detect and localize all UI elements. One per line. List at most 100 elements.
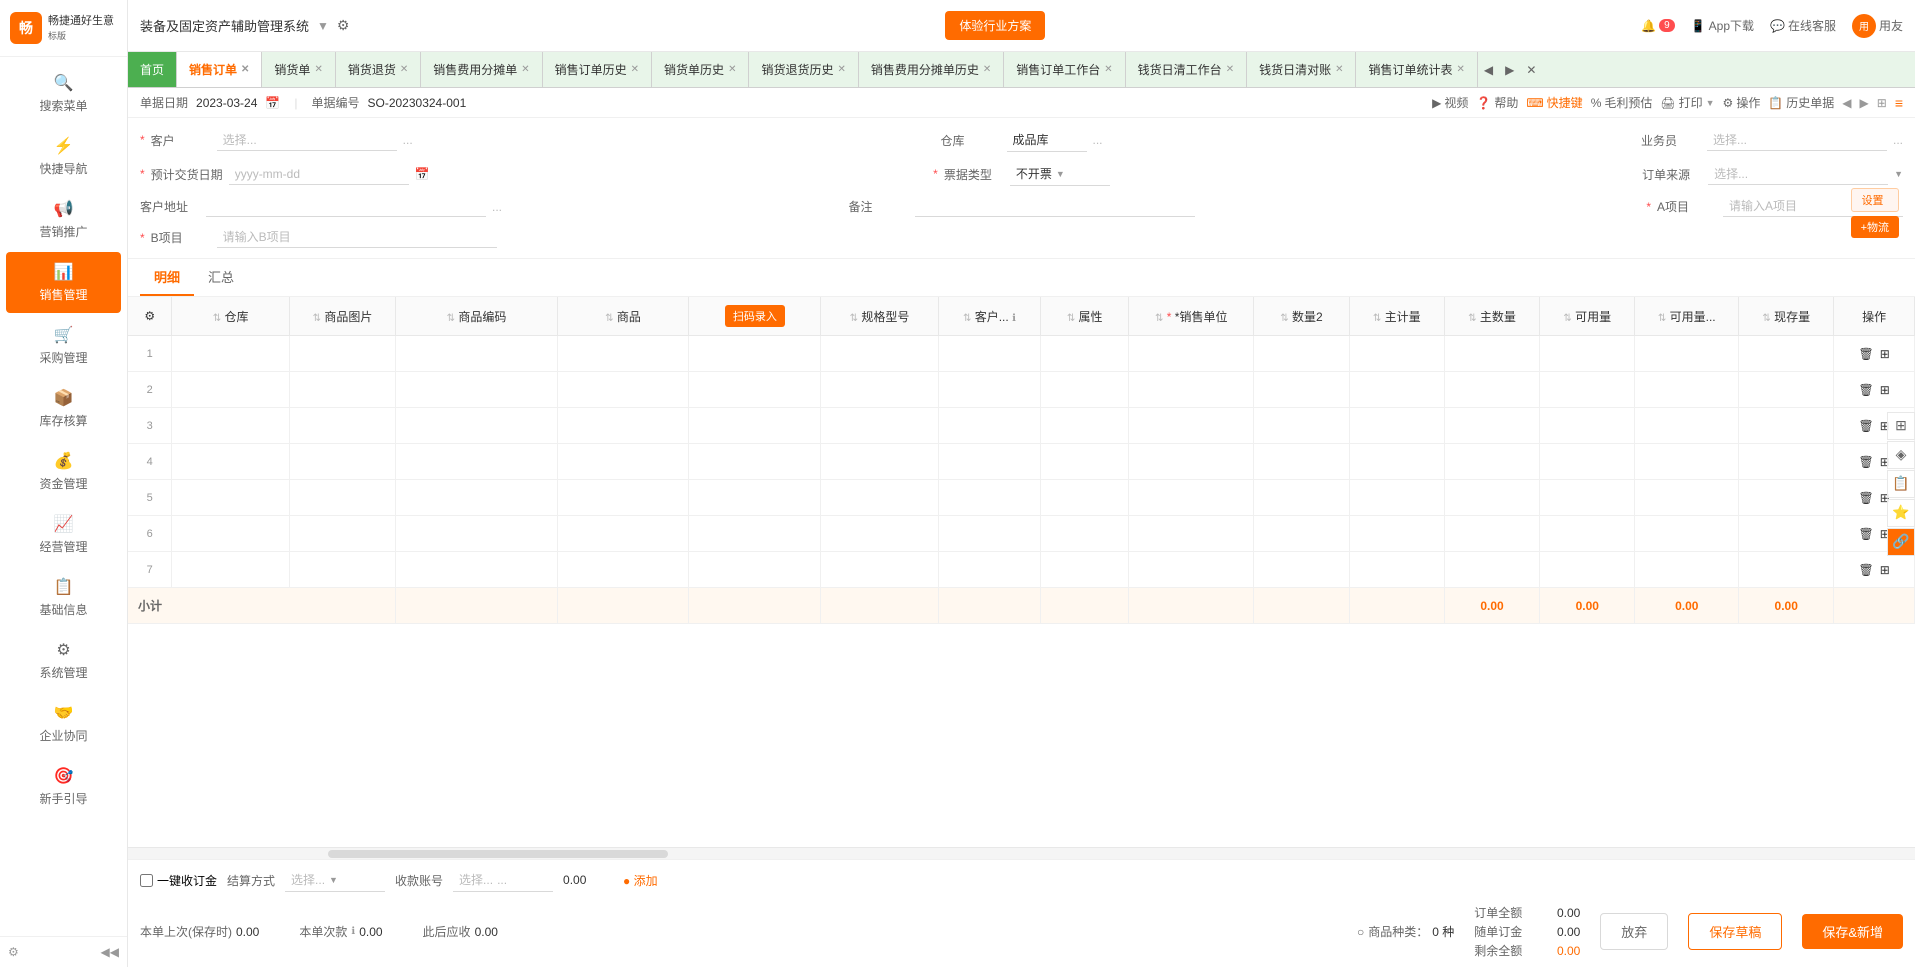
collapse-icon[interactable]: ◀◀ (101, 945, 119, 959)
row-5-main-qty[interactable] (1444, 480, 1539, 516)
sidebar-item-purchase[interactable]: 🛒 采购管理 (6, 315, 121, 376)
row-3-attr[interactable] (1041, 408, 1129, 444)
row-4-avail2[interactable] (1635, 444, 1739, 480)
delivery-calendar-icon[interactable]: 📅 (415, 167, 430, 181)
row-7-img[interactable] (289, 552, 396, 588)
row-5-avail2[interactable] (1635, 480, 1739, 516)
row-1-sku[interactable] (396, 336, 557, 372)
row-7-avail2[interactable] (1635, 552, 1739, 588)
row-2-product[interactable] (557, 372, 689, 408)
sort-icon[interactable]: ⇅ (1373, 313, 1381, 324)
sort-icon[interactable]: ⇅ (605, 313, 613, 324)
solution-button[interactable]: 体验行业方案 (945, 11, 1045, 40)
sidebar-item-sales[interactable]: 📊 销售管理 (6, 252, 121, 313)
row-4-product[interactable] (557, 444, 689, 480)
customer-input[interactable] (217, 130, 397, 151)
row-3-unit[interactable] (1129, 408, 1254, 444)
tab-order-history[interactable]: 销售订单历史 ✕ (543, 52, 652, 88)
address-input[interactable] (206, 196, 486, 217)
row-5-qty2[interactable] (1254, 480, 1349, 516)
shortcut-btn[interactable]: ⌨ 快捷键 (1526, 94, 1582, 111)
row-1-main-unit[interactable] (1349, 336, 1444, 372)
row-6-warehouse[interactable] (172, 516, 289, 552)
row-4-img[interactable] (289, 444, 396, 480)
tab-close-icon-4[interactable]: ✕ (521, 64, 529, 75)
customer-dots[interactable]: ... (403, 133, 413, 147)
tab-sales-return[interactable]: 销货退货 ✕ (336, 52, 421, 88)
tab-expense-history[interactable]: 销售费用分摊单历史 ✕ (859, 52, 1004, 88)
row-7-customer-code[interactable] (938, 552, 1041, 588)
sidebar-item-quicknav[interactable]: ⚡ 快捷导航 (6, 126, 121, 187)
b-project-input[interactable] (217, 227, 497, 248)
row-5-product[interactable] (557, 480, 689, 516)
sidebar-item-newbie[interactable]: 🎯 新手引导 (6, 756, 121, 817)
row-5-sku[interactable] (396, 480, 557, 516)
delete-icon[interactable]: 🗑 (1859, 383, 1874, 397)
row-1-attr[interactable] (1041, 336, 1129, 372)
discard-button[interactable]: 放弃 (1600, 913, 1668, 950)
row-3-img[interactable] (289, 408, 396, 444)
sidebar-item-inventory[interactable]: 📦 库存核算 (6, 378, 121, 439)
row-3-qty2[interactable] (1254, 408, 1349, 444)
row-6-qty2[interactable] (1254, 516, 1349, 552)
row-4-customer-code[interactable] (938, 444, 1041, 480)
row-4-avail[interactable] (1540, 444, 1635, 480)
delete-icon[interactable]: 🗑 (1859, 491, 1874, 505)
row-1-warehouse[interactable] (172, 336, 289, 372)
tab-home[interactable]: 首页 (128, 52, 177, 88)
sort-icon[interactable]: ⇅ (447, 313, 455, 324)
delete-icon[interactable]: 🗑 (1859, 455, 1874, 469)
row-7-attr[interactable] (1041, 552, 1129, 588)
row-3-stock[interactable] (1739, 408, 1834, 444)
row-2-main-qty[interactable] (1444, 372, 1539, 408)
row-3-main-qty[interactable] (1444, 408, 1539, 444)
column-settings-icon[interactable]: ⚙ (144, 309, 155, 323)
right-btn-4[interactable]: ⭐ (1887, 499, 1915, 527)
row-2-spec[interactable] (821, 372, 938, 408)
row-1-main-qty[interactable] (1444, 336, 1539, 372)
row-3-spec[interactable] (821, 408, 938, 444)
print-btn[interactable]: 🖨 打印 ▼ (1660, 94, 1714, 111)
row-7-spec[interactable] (821, 552, 938, 588)
sort-icon[interactable]: ⇅ (213, 313, 221, 324)
sidebar-item-management[interactable]: 📈 经营管理 (6, 504, 121, 565)
row-7-unit[interactable] (1129, 552, 1254, 588)
row-5-main-unit[interactable] (1349, 480, 1444, 516)
address-dots[interactable]: ... (492, 200, 502, 214)
product-kinds-icon[interactable]: ○ (1357, 925, 1364, 939)
tab-close-icon[interactable]: ✕ (241, 64, 249, 75)
row-3-product[interactable] (557, 408, 689, 444)
row-7-main-unit[interactable] (1349, 552, 1444, 588)
scroll-bar-thumb[interactable] (328, 850, 668, 858)
tab-expense-split[interactable]: 销售费用分摊单 ✕ (421, 52, 542, 88)
right-btn-3[interactable]: 📋 (1887, 470, 1915, 498)
delete-icon[interactable]: 🗑 (1859, 347, 1874, 361)
salesperson-input[interactable] (1707, 130, 1887, 151)
quick-deposit-checkbox[interactable] (140, 874, 153, 887)
row-1-qty2[interactable] (1254, 336, 1349, 372)
tab-daily-workbench[interactable]: 钱货日清工作台 ✕ (1126, 52, 1247, 88)
sort-icon[interactable]: ⇅ (313, 313, 321, 324)
right-btn-1[interactable]: ⊞ (1887, 412, 1915, 440)
th-setting[interactable]: ⚙ (128, 297, 172, 336)
row-4-qty2[interactable] (1254, 444, 1349, 480)
sidebar-item-marketing[interactable]: 📢 营销推广 (6, 189, 121, 250)
scroll-bar-area[interactable] (128, 847, 1915, 859)
tab-close-icon-3[interactable]: ✕ (400, 64, 408, 75)
tab-close-icon-9[interactable]: ✕ (1104, 64, 1112, 75)
user-item[interactable]: 用 用友 (1852, 14, 1903, 38)
row-5-stock[interactable] (1739, 480, 1834, 516)
sort-icon[interactable]: ⇅ (1762, 313, 1770, 324)
nav-prev-icon[interactable]: ◀ (1842, 96, 1851, 110)
app-download-item[interactable]: 📱 App下载 (1691, 17, 1754, 34)
sort-icon[interactable]: ⇅ (850, 313, 858, 324)
sidebar-item-search[interactable]: 🔍 搜索菜单 (6, 63, 121, 124)
row-4-stock[interactable] (1739, 444, 1834, 480)
settings-icon[interactable]: ⚙ (8, 945, 19, 959)
row-6-customer-code[interactable] (938, 516, 1041, 552)
row-6-attr[interactable] (1041, 516, 1129, 552)
row-6-avail[interactable] (1540, 516, 1635, 552)
row-7-sku[interactable] (396, 552, 557, 588)
tab-invoice-history[interactable]: 销货单历史 ✕ (652, 52, 749, 88)
tab-next-button[interactable]: ▶ (1499, 63, 1520, 77)
